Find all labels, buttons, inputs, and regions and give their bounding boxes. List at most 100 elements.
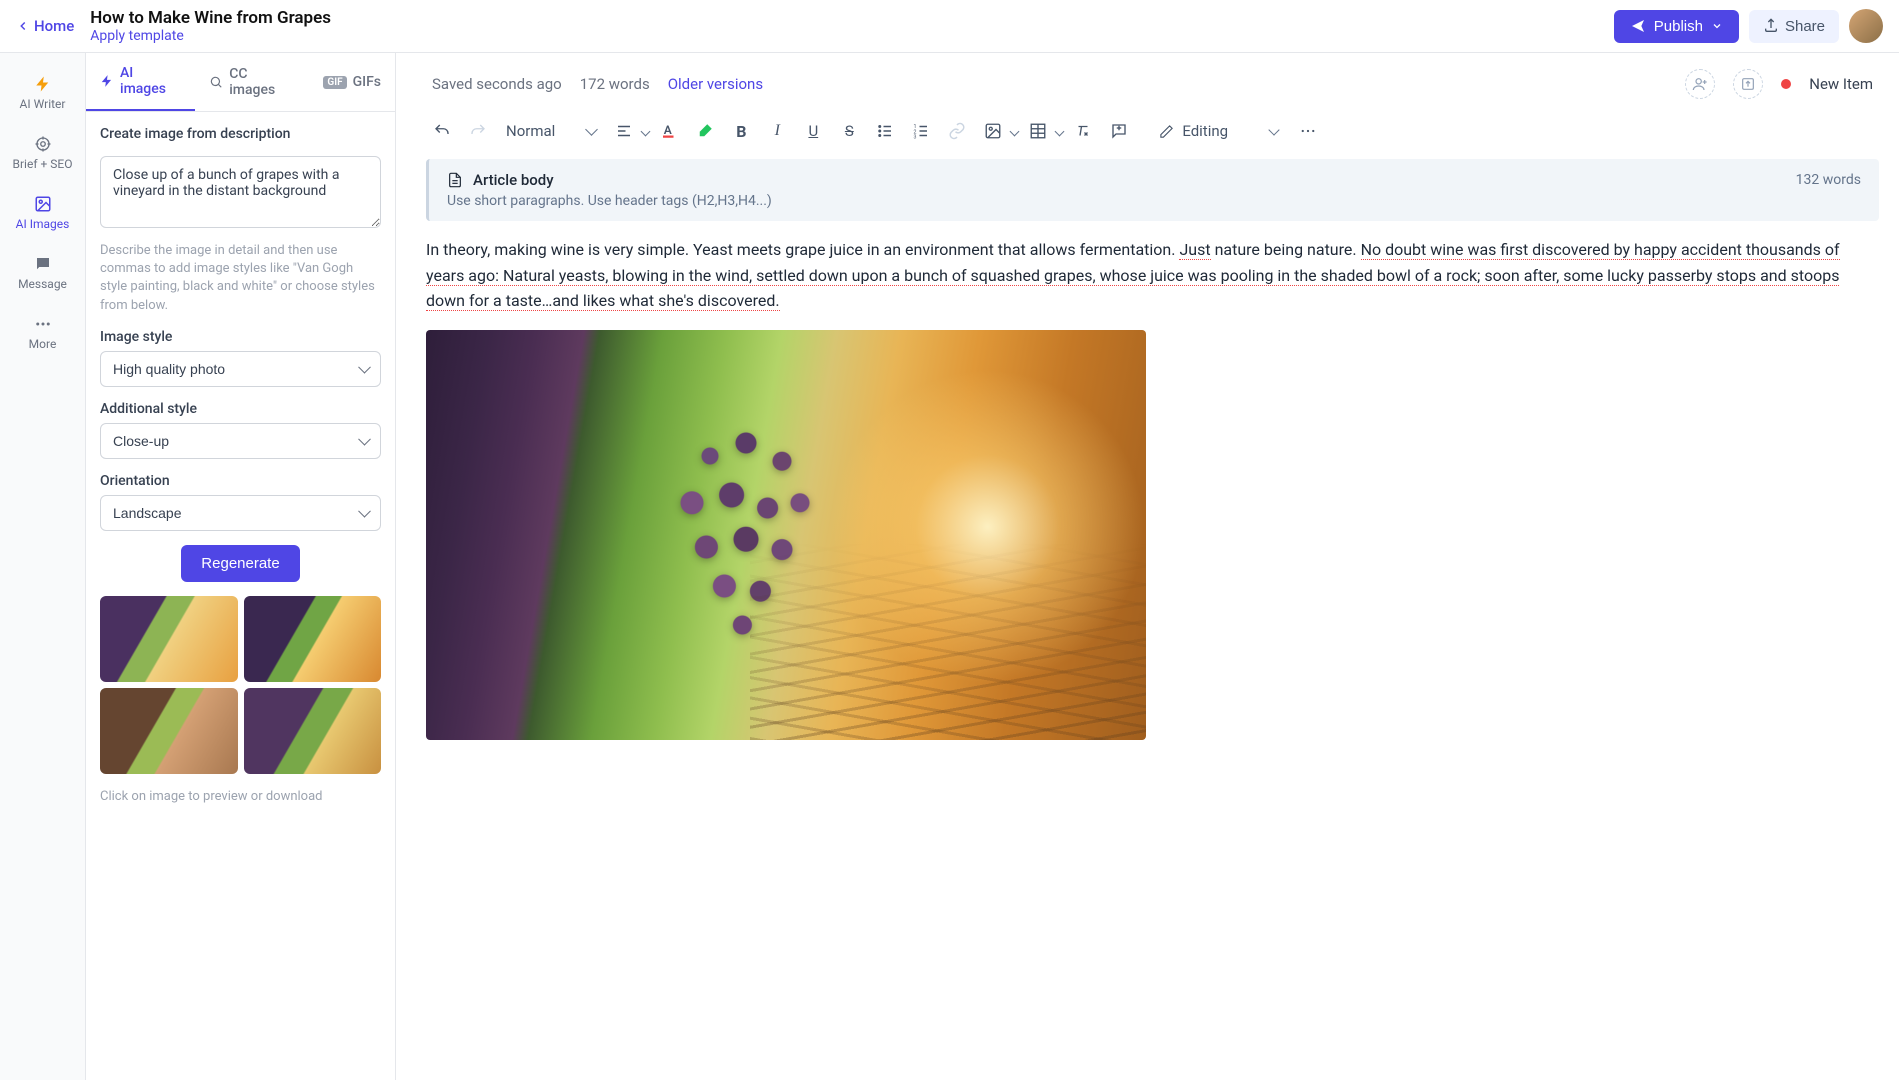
back-home-link[interactable]: Home <box>16 17 74 35</box>
image-insert-button[interactable] <box>977 115 1009 147</box>
article-image[interactable] <box>426 330 1146 740</box>
image-style-select[interactable]: High quality photo <box>100 351 381 387</box>
text-color-button[interactable]: A <box>653 115 685 147</box>
image-description-input[interactable]: Close up of a bunch of grapes with a vin… <box>100 156 381 228</box>
image-thumb[interactable] <box>244 688 382 774</box>
rail-label: AI Images <box>16 217 70 231</box>
chevron-down-icon <box>1711 20 1723 32</box>
article-content[interactable]: In theory, making wine is very simple. Y… <box>426 237 1879 740</box>
title-block: How to Make Wine from Grapes Apply templ… <box>90 8 1598 44</box>
article-hint: Use short paragraphs. Use header tags (H… <box>447 193 1861 209</box>
article-text-flagged: Just <box>1179 240 1210 260</box>
bold-button[interactable]: B <box>725 115 757 147</box>
comment-button[interactable] <box>1103 115 1135 147</box>
editing-mode-select[interactable]: Editing <box>1149 118 1288 144</box>
image-thumb[interactable] <box>100 596 238 682</box>
total-word-count: 172 words <box>580 75 650 93</box>
desc-hint: Describe the image in detail and then us… <box>100 242 381 315</box>
panel-tabs: AI images CC images GIF GIFs <box>86 53 395 112</box>
image-thumb[interactable] <box>100 688 238 774</box>
table-button[interactable] <box>1022 115 1054 147</box>
publish-label: Publish <box>1654 18 1703 35</box>
redo-button[interactable] <box>462 115 494 147</box>
side-panel: AI images CC images GIF GIFs Create imag… <box>86 53 396 1080</box>
share-button[interactable]: Share <box>1749 10 1839 43</box>
search-icon <box>209 75 223 89</box>
user-avatar[interactable] <box>1849 9 1883 43</box>
regenerate-button[interactable]: Regenerate <box>181 545 299 582</box>
svg-text:3: 3 <box>914 135 917 141</box>
image-thumb[interactable] <box>244 596 382 682</box>
chevron-down-icon[interactable] <box>1054 122 1063 141</box>
rail-brief-seo[interactable]: Brief + SEO <box>0 125 85 181</box>
rail-label: AI Writer <box>20 97 66 111</box>
publish-button[interactable]: Publish <box>1614 10 1739 43</box>
article-body-header: Article body 132 words Use short paragra… <box>426 159 1879 221</box>
svg-text:A: A <box>664 123 672 137</box>
rail-ai-writer[interactable]: AI Writer <box>0 65 85 121</box>
export-icon[interactable] <box>1733 69 1763 99</box>
upload-icon <box>1763 18 1779 34</box>
add-user-icon[interactable] <box>1685 69 1715 99</box>
page-title: How to Make Wine from Grapes <box>90 8 1598 28</box>
tab-ai-images[interactable]: AI images <box>86 53 195 111</box>
more-icon <box>34 315 52 333</box>
numbered-list-button[interactable]: 123 <box>905 115 937 147</box>
article-body-title: Article body <box>473 171 554 189</box>
underline-button[interactable]: U <box>797 115 829 147</box>
article-text: nature being nature. <box>1211 240 1361 259</box>
tab-label: AI images <box>120 65 181 97</box>
back-label: Home <box>34 17 74 35</box>
tab-label: CC images <box>229 66 295 98</box>
apply-template-link[interactable]: Apply template <box>90 28 1598 44</box>
italic-button[interactable]: I <box>761 115 793 147</box>
rail-ai-images[interactable]: AI Images <box>0 185 85 241</box>
editor-toolbar: Normal A B I U S 123 <box>426 109 1879 159</box>
strikethrough-button[interactable]: S <box>833 115 865 147</box>
generated-thumbs <box>100 596 381 774</box>
orientation-select[interactable]: Landscape <box>100 495 381 531</box>
additional-style-select[interactable]: Close-up <box>100 423 381 459</box>
align-button[interactable] <box>608 115 640 147</box>
more-button[interactable] <box>1292 115 1324 147</box>
target-icon <box>34 135 52 153</box>
rail-label: Message <box>18 277 67 291</box>
chevron-down-icon[interactable] <box>1009 122 1018 141</box>
undo-button[interactable] <box>426 115 458 147</box>
image-icon <box>34 195 52 213</box>
chevron-down-icon[interactable] <box>640 122 649 141</box>
tab-label: GIFs <box>353 74 381 90</box>
rail-more[interactable]: More <box>0 305 85 361</box>
editing-label: Editing <box>1182 122 1228 140</box>
header-actions: Publish Share <box>1614 9 1883 43</box>
app-header: Home How to Make Wine from Grapes Apply … <box>0 0 1899 53</box>
editor-meta: Saved seconds ago 172 words Older versio… <box>426 53 1879 109</box>
bullet-list-button[interactable] <box>869 115 901 147</box>
clear-format-button[interactable] <box>1067 115 1099 147</box>
style-label: Image style <box>100 329 381 345</box>
rail-label: More <box>29 337 57 351</box>
editor-area: Saved seconds ago 172 words Older versio… <box>396 53 1899 1080</box>
rail-message[interactable]: Message <box>0 245 85 301</box>
left-rail: AI Writer Brief + SEO AI Images Message … <box>0 53 86 1080</box>
chevron-left-icon <box>16 19 30 33</box>
older-versions-link[interactable]: Older versions <box>668 75 763 93</box>
saved-status: Saved seconds ago <box>432 75 562 93</box>
desc-label: Create image from description <box>100 126 381 142</box>
document-icon <box>447 172 463 188</box>
tab-gifs[interactable]: GIF GIFs <box>309 53 395 111</box>
highlight-button[interactable] <box>689 115 721 147</box>
rail-label: Brief + SEO <box>13 157 73 171</box>
link-button[interactable] <box>941 115 973 147</box>
format-select[interactable]: Normal <box>498 118 604 144</box>
bolt-icon <box>100 74 114 88</box>
orient-label: Orientation <box>100 473 381 489</box>
article-word-count: 132 words <box>1796 172 1861 188</box>
status-label[interactable]: New Item <box>1809 75 1873 93</box>
status-dot-icon <box>1781 79 1791 89</box>
addstyle-label: Additional style <box>100 401 381 417</box>
tab-cc-images[interactable]: CC images <box>195 53 309 111</box>
chat-icon <box>34 255 52 273</box>
share-label: Share <box>1785 18 1825 35</box>
gif-badge-icon: GIF <box>323 76 346 89</box>
